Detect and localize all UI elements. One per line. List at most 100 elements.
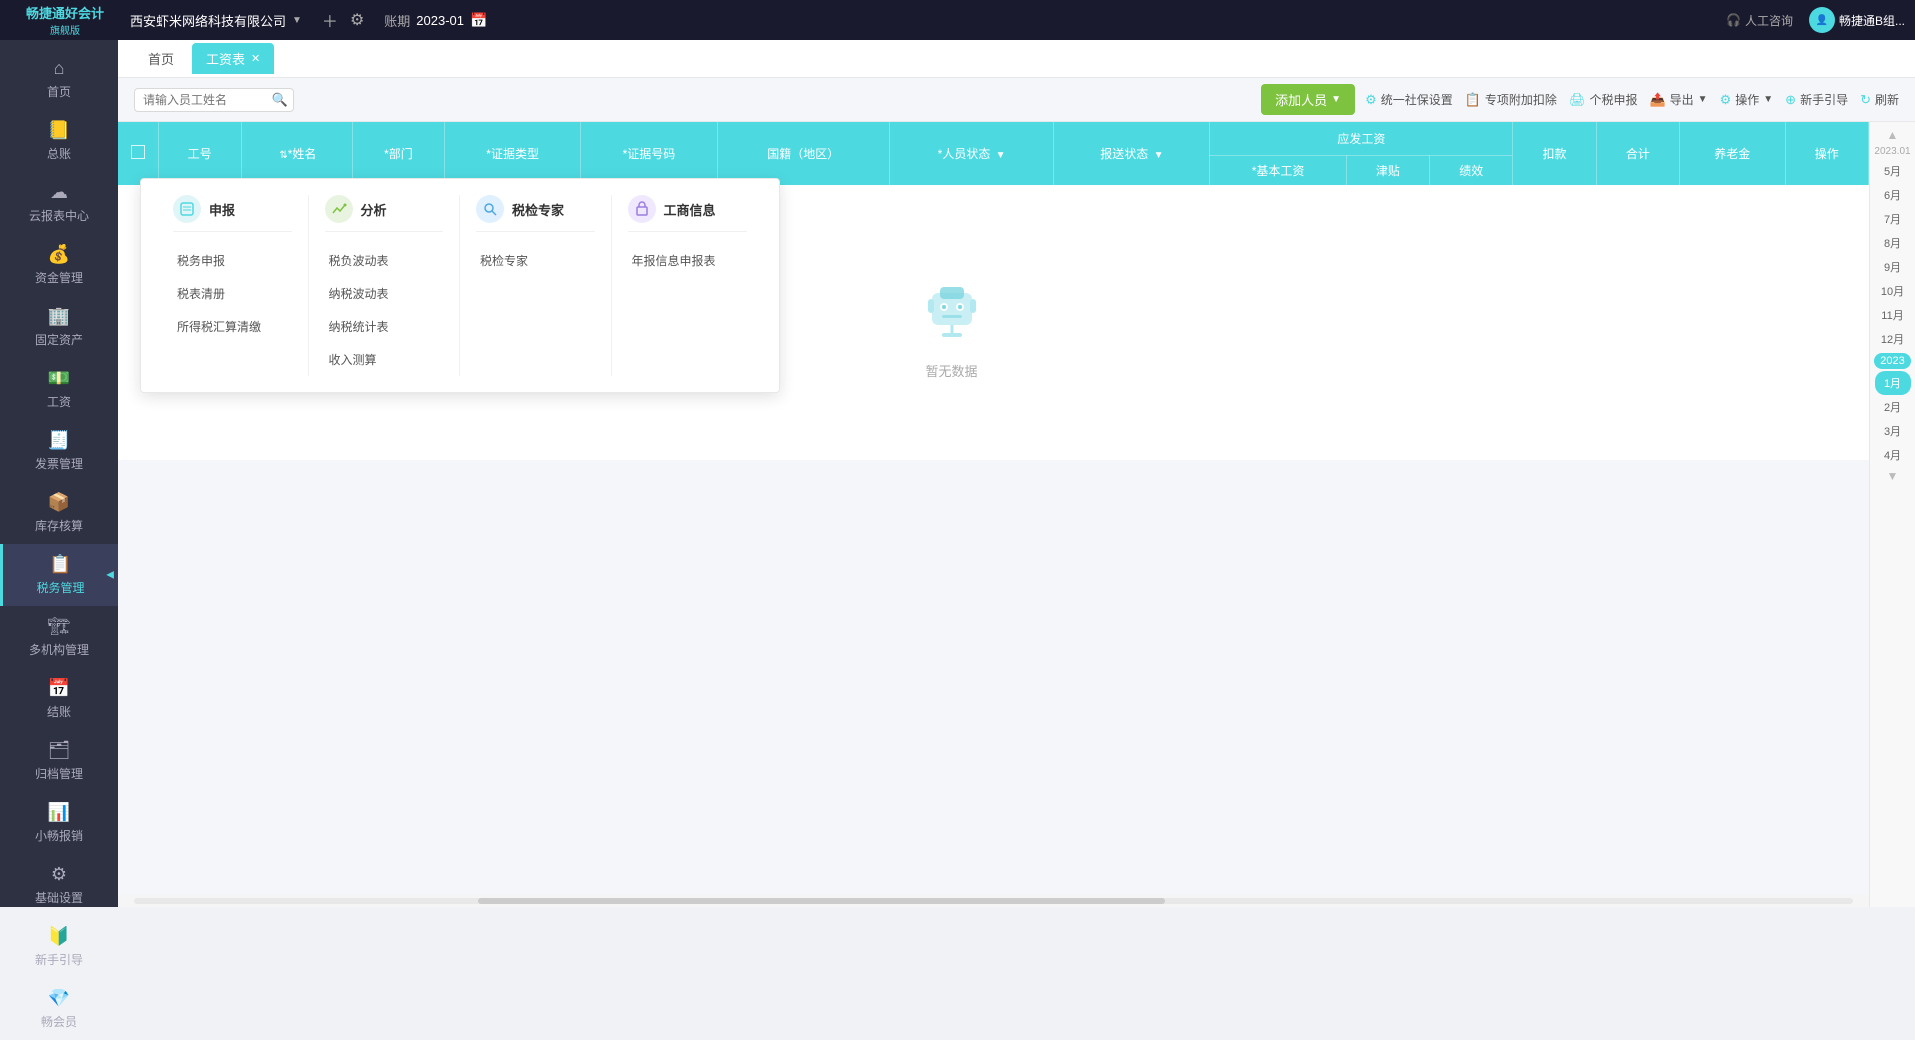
operations-dropdown-icon: ▼: [1763, 94, 1773, 105]
add-company-icon[interactable]: ＋: [322, 8, 338, 32]
sidebar-item-guide[interactable]: 🔰 新手引导: [0, 916, 118, 978]
timeline-month-5[interactable]: 5月: [1870, 159, 1915, 183]
personal-tax-btn[interactable]: 🖨 个税申报: [1569, 91, 1638, 108]
personal-tax-icon: 🖨: [1569, 92, 1586, 108]
sidebar-item-cloud[interactable]: ☁ 云报表中心: [0, 172, 118, 234]
menu-item-tax-report[interactable]: 税务申报: [173, 244, 292, 277]
scrollbar-thumb[interactable]: [478, 898, 1166, 904]
user-button[interactable]: 👤 畅捷通B组...: [1809, 7, 1905, 33]
col-title-expert: 税检专家: [476, 195, 595, 232]
header-icons: ＋ ⚙: [322, 8, 364, 32]
calendar-icon[interactable]: 📅: [470, 12, 487, 29]
tab-home[interactable]: 首页: [134, 43, 188, 74]
sidebar-label-inventory: 库存核算: [35, 517, 83, 534]
sidebar-arrow-tax: ◀: [106, 570, 114, 581]
export-btn[interactable]: 📤 导出 ▼: [1649, 91, 1707, 108]
sidebar-label-settings: 基础设置: [35, 889, 83, 906]
report-icon: 📊: [48, 802, 70, 823]
refresh-label: 刷新: [1875, 91, 1899, 108]
menu-item-income-settle[interactable]: 所得税汇算清缴: [173, 310, 292, 343]
sidebar-label-assets: 固定资产: [35, 331, 83, 348]
sidebar-item-tax[interactable]: 📋 税务管理 ◀: [0, 544, 118, 606]
timeline-month-8[interactable]: 8月: [1870, 231, 1915, 255]
menu-item-income-preview[interactable]: 收入测算: [325, 343, 444, 376]
tab-salary-label: 工资表: [206, 49, 245, 68]
scrollbar-track[interactable]: [134, 898, 1853, 904]
select-all-checkbox[interactable]: [131, 145, 145, 159]
timeline-month-2[interactable]: 2月: [1870, 395, 1915, 419]
personal-tax-label: 个税申报: [1589, 91, 1637, 108]
th-nationality: 国籍（地区）: [717, 122, 889, 185]
sidebar-item-report[interactable]: 📊 小畅报销: [0, 792, 118, 854]
social-security-icon: ⚙: [1365, 92, 1377, 108]
menu-item-tax-burden[interactable]: 税负波动表: [325, 244, 444, 277]
tab-close-icon[interactable]: ✕: [251, 52, 260, 65]
operations-btn[interactable]: ⚙ 操作 ▼: [1720, 91, 1774, 108]
menu-item-tax-payment[interactable]: 纳税波动表: [325, 277, 444, 310]
search-wrap: 🔍: [134, 88, 294, 112]
filter-icon-report[interactable]: ▼: [1154, 150, 1164, 161]
tab-salary-table[interactable]: 工资表 ✕: [192, 43, 274, 74]
member-icon: 💎: [48, 988, 70, 1009]
sidebar-label-salary: 工资: [47, 393, 71, 410]
th-staff-status: *人员状态 ▼: [889, 122, 1054, 185]
timeline-month-9[interactable]: 9月: [1870, 255, 1915, 279]
timeline-month-6[interactable]: 6月: [1870, 183, 1915, 207]
settings-icon[interactable]: ⚙: [350, 10, 364, 30]
sidebar-item-ledger[interactable]: 📒 总账: [0, 110, 118, 172]
menu-item-annual-report[interactable]: 年报信息申报表: [628, 244, 748, 277]
search-input[interactable]: [134, 88, 294, 112]
timeline-month-1[interactable]: 1月: [1875, 371, 1911, 395]
timeline-month-3[interactable]: 3月: [1870, 419, 1915, 443]
toolbar: 🔍 添加人员 ▼ ⚙ 统一社保设置 📋 专项附加扣除 🖨 个税申报: [118, 78, 1915, 122]
social-security-label: 统一社保设置: [1381, 91, 1453, 108]
sidebar-item-archive[interactable]: 🗂 归档管理: [0, 730, 118, 792]
th-performance: 绩效: [1430, 156, 1513, 186]
timeline-month-11[interactable]: 11月: [1870, 303, 1915, 327]
timeline-month-4[interactable]: 4月: [1870, 443, 1915, 467]
sidebar-item-funds[interactable]: 💰 资金管理: [0, 234, 118, 296]
settings-sidebar-icon: ⚙: [51, 864, 67, 885]
add-person-button[interactable]: 添加人员 ▼: [1261, 84, 1355, 115]
th-checkbox[interactable]: [118, 122, 158, 185]
sidebar-item-close[interactable]: 📅 结账: [0, 668, 118, 730]
search-icon[interactable]: 🔍: [272, 92, 288, 108]
home-icon: ⌂: [54, 58, 65, 79]
sidebar-item-salary[interactable]: 💵 工资: [0, 358, 118, 420]
sidebar-item-home[interactable]: ⌂ 首页: [0, 48, 118, 110]
col-label-analysis: 分析: [361, 200, 387, 219]
timeline-month-7[interactable]: 7月: [1870, 207, 1915, 231]
menu-item-tax-stats[interactable]: 纳税统计表: [325, 310, 444, 343]
ledger-icon: 📒: [48, 120, 70, 141]
timeline-nav-down[interactable]: ▼: [1887, 467, 1899, 485]
company-dropdown-icon[interactable]: ▼: [292, 15, 302, 26]
sidebar-item-invoice[interactable]: 🧾 发票管理: [0, 420, 118, 482]
declaration-icon: [173, 195, 201, 223]
menu-item-tax-clear[interactable]: 税表清册: [173, 277, 292, 310]
new-guide-btn[interactable]: ⊕ 新手引导: [1785, 91, 1848, 108]
col-title-declaration: 申报: [173, 195, 292, 232]
refresh-btn[interactable]: ↻ 刷新: [1860, 91, 1899, 108]
sidebar-item-assets[interactable]: 🏢 固定资产: [0, 296, 118, 358]
timeline-month-10[interactable]: 10月: [1870, 279, 1915, 303]
salary-icon: 💵: [48, 368, 70, 389]
assets-icon: 🏢: [48, 306, 70, 327]
sidebar-item-inventory[interactable]: 📦 库存核算: [0, 482, 118, 544]
filter-icon-staff[interactable]: ▼: [996, 150, 1006, 161]
user-label: 畅捷通B组...: [1839, 12, 1905, 29]
dropdown-col-business: 工商信息 年报信息申报表: [612, 195, 764, 376]
tax-icon: 📋: [49, 554, 71, 575]
company-selector[interactable]: 西安虾米网络科技有限公司 ▼: [130, 11, 302, 30]
bottom-scrollbar[interactable]: [118, 895, 1869, 907]
timeline-nav-up[interactable]: ▲: [1887, 126, 1899, 144]
sidebar-item-multi[interactable]: 🏗 多机构管理: [0, 606, 118, 668]
service-button[interactable]: 🎧 人工咨询: [1726, 12, 1793, 29]
dropdown-grid: 申报 税务申报 税表清册 所得税汇算清缴 分析 税负波动表 纳税波动表 纳税统计…: [157, 195, 763, 376]
menu-item-expert[interactable]: 税检专家: [476, 244, 595, 277]
timeline-month-12[interactable]: 12月: [1870, 327, 1915, 351]
th-salary-due: 应发工资: [1210, 122, 1513, 156]
special-deduction-btn[interactable]: 📋 专项附加扣除: [1465, 91, 1557, 108]
social-security-btn[interactable]: ⚙ 统一社保设置: [1365, 91, 1453, 108]
sidebar-item-member[interactable]: 💎 畅会员: [0, 978, 118, 1040]
sidebar-label-ledger: 总账: [47, 145, 71, 162]
